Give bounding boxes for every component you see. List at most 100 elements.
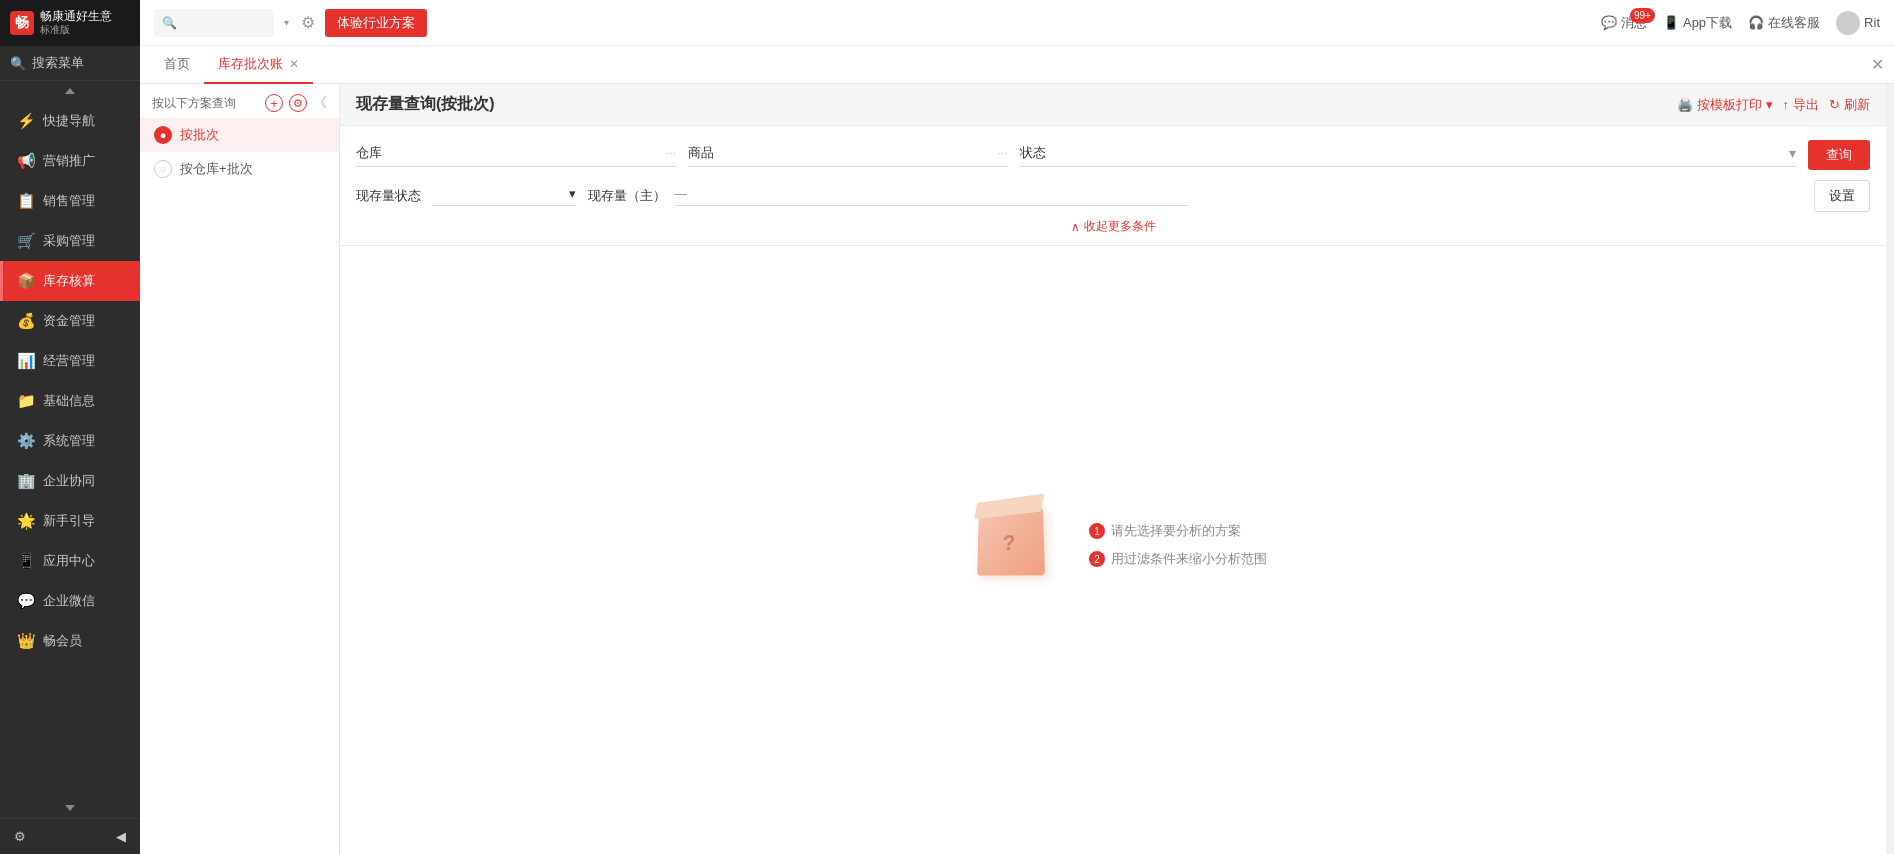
settings-scheme-btn[interactable]: ⚙	[289, 94, 307, 112]
sidebar-item-operations[interactable]: 📊 经营管理	[0, 341, 140, 381]
empty-illustration	[959, 500, 1059, 600]
stock-qty-field: 现存量（主） —	[588, 186, 1189, 206]
sidebar-item-member[interactable]: 👑 畅会员	[0, 621, 140, 661]
sidebar-item-wechat[interactable]: 💬 企业微信	[0, 581, 140, 621]
basic-icon: 📁	[17, 392, 35, 410]
finance-icon: 💰	[17, 312, 35, 330]
page-toolbar: 🖨️ 按模板打印 ▾ ↑ 导出 ↻ 刷新	[1677, 96, 1871, 114]
sidebar-item-system[interactable]: ⚙️ 系统管理	[0, 421, 140, 461]
sidebar-item-label: 采购管理	[43, 232, 95, 250]
export-btn[interactable]: ↑ 导出	[1783, 96, 1820, 114]
empty-hints: 1 请先选择要分析的方案 2 用过滤条件来缩小分析范围	[1089, 522, 1267, 578]
warehouse-input[interactable]	[388, 145, 665, 160]
search-menu[interactable]: 🔍 搜索菜单	[0, 46, 140, 81]
print-dropdown-icon[interactable]: ▾	[1766, 97, 1773, 112]
main-area: 🔍 ▾ ⚙ 体验行业方案 💬 消息 99+ 📱 App下载 🎧 在线客服 Rit	[140, 0, 1894, 854]
topbar-search-box[interactable]: 🔍	[154, 9, 274, 37]
status-dropdown-icon[interactable]: ▾	[1789, 145, 1796, 161]
sidebar-item-label: 营销推广	[43, 152, 95, 170]
app-title-block: 畅康通好生意 标准版	[40, 9, 112, 37]
sidebar-item-label: 应用中心	[43, 552, 95, 570]
refresh-icon: ↻	[1829, 97, 1840, 112]
page-header: 现存量查询(按批次) 🖨️ 按模板打印 ▾ ↑ 导出 ↻ 刷新	[340, 84, 1886, 126]
refresh-label: 刷新	[1844, 96, 1870, 114]
topbar-gear-icon[interactable]: ⚙	[301, 13, 315, 32]
header-actions: + ⚙ 《	[265, 94, 327, 112]
page-title: 现存量查询(按批次)	[356, 94, 495, 115]
sidebar-item-purchase[interactable]: 🛒 采购管理	[0, 221, 140, 261]
close-all-tabs-btn[interactable]: ✕	[1871, 55, 1884, 74]
app-download-btn[interactable]: 📱 App下载	[1663, 14, 1732, 32]
query-btn[interactable]: 查询	[1808, 140, 1870, 170]
user-menu[interactable]: Rit	[1836, 11, 1880, 35]
print-btn[interactable]: 🖨️ 按模板打印 ▾	[1677, 96, 1773, 114]
hint-text-1: 请先选择要分析的方案	[1111, 522, 1241, 540]
stock-qty-label: 现存量（主）	[588, 187, 666, 205]
tab-inventory-batch[interactable]: 库存批次账 ✕	[204, 46, 313, 84]
enterprise-icon: 🏢	[17, 472, 35, 490]
sidebar-item-sales[interactable]: 📋 销售管理	[0, 181, 140, 221]
scheme-item-by-warehouse-batch[interactable]: ○ 按仓库+批次	[140, 152, 339, 186]
try-industry-btn[interactable]: 体验行业方案	[325, 9, 427, 37]
toggle-sidebar-icon[interactable]: ◀	[116, 829, 126, 844]
sidebar-item-basic[interactable]: 📁 基础信息	[0, 381, 140, 421]
sidebar: 畅 畅康通好生意 标准版 🔍 搜索菜单 ⚡ 快捷导航 📢 营销推广 📋 销售管理…	[0, 0, 140, 854]
sidebar-item-label: 企业微信	[43, 592, 95, 610]
scheme-item-by-batch[interactable]: ● 按批次	[140, 118, 339, 152]
settings-footer-icon[interactable]: ⚙	[14, 829, 26, 844]
arrow-up-icon	[65, 88, 75, 94]
sales-icon: 📋	[17, 192, 35, 210]
topbar-search-icon: 🔍	[162, 16, 177, 30]
product-input[interactable]	[720, 145, 997, 160]
messages-btn[interactable]: 💬 消息 99+	[1601, 14, 1647, 32]
operations-icon: 📊	[17, 352, 35, 370]
sidebar-item-marketing[interactable]: 📢 营销推广	[0, 141, 140, 181]
product-label: 商品	[688, 144, 714, 162]
add-scheme-btn[interactable]: +	[265, 94, 283, 112]
sidebar-header: 畅 畅康通好生意 标准版	[0, 0, 140, 46]
marketing-icon: 📢	[17, 152, 35, 170]
scroll-up-btn[interactable]	[0, 81, 140, 101]
empty-hint-1: 1 请先选择要分析的方案	[1089, 522, 1267, 540]
sidebar-item-quick-nav[interactable]: ⚡ 快捷导航	[0, 101, 140, 141]
stock-status-select[interactable]: ▾	[433, 186, 576, 206]
app-download-label: App下载	[1683, 14, 1732, 32]
arrow-down-icon	[65, 805, 75, 811]
product-more-btn[interactable]: ···	[997, 145, 1008, 160]
sidebar-item-label: 基础信息	[43, 392, 95, 410]
sidebar-item-enterprise[interactable]: 🏢 企业协同	[0, 461, 140, 501]
collapse-more-btn[interactable]: ∧ 收起更多条件	[356, 218, 1870, 235]
status-label: 状态	[1020, 144, 1046, 162]
tab-home[interactable]: 首页	[150, 46, 204, 84]
warehouse-more-btn[interactable]: ···	[665, 145, 676, 160]
collapse-chevron: ∧	[1071, 220, 1080, 234]
scroll-down-btn[interactable]	[0, 798, 140, 818]
collapse-panel-btn[interactable]: 《	[313, 94, 327, 112]
sidebar-item-finance[interactable]: 💰 资金管理	[0, 301, 140, 341]
quick-nav-icon: ⚡	[17, 112, 35, 130]
headset-icon: 🎧	[1748, 15, 1764, 30]
message-icon: 💬	[1601, 15, 1617, 30]
user-name: Rit	[1864, 15, 1880, 30]
online-service-btn[interactable]: 🎧 在线客服	[1748, 14, 1820, 32]
sidebar-item-label: 经营管理	[43, 352, 95, 370]
stock-qty-dash: —	[674, 186, 687, 201]
avatar	[1836, 11, 1860, 35]
tab-close-icon[interactable]: ✕	[289, 57, 299, 71]
filter-row-1: 仓库 ··· 商品 ··· 状态 ▾	[356, 140, 1870, 170]
filter-scheme-label: 按以下方案查询	[152, 95, 236, 112]
sidebar-item-newguide[interactable]: 🌟 新手引导	[0, 501, 140, 541]
sidebar-item-label: 资金管理	[43, 312, 95, 330]
right-scrollbar[interactable]	[1886, 84, 1894, 854]
tab-inventory-batch-label: 库存批次账	[218, 55, 283, 73]
topbar-dropdown-arrow[interactable]: ▾	[284, 17, 289, 28]
sidebar-item-inventory[interactable]: 📦 库存核算	[0, 261, 140, 301]
hint-num-2: 2	[1089, 551, 1105, 567]
tabs-bar: 首页 库存批次账 ✕ ✕	[140, 46, 1894, 84]
system-icon: ⚙️	[17, 432, 35, 450]
sidebar-item-appcenter[interactable]: 📱 应用中心	[0, 541, 140, 581]
export-icon: ↑	[1783, 97, 1790, 112]
refresh-btn[interactable]: ↻ 刷新	[1829, 96, 1870, 114]
settings-btn[interactable]: 设置	[1814, 180, 1870, 212]
empty-state: 1 请先选择要分析的方案 2 用过滤条件来缩小分析范围	[340, 246, 1886, 854]
